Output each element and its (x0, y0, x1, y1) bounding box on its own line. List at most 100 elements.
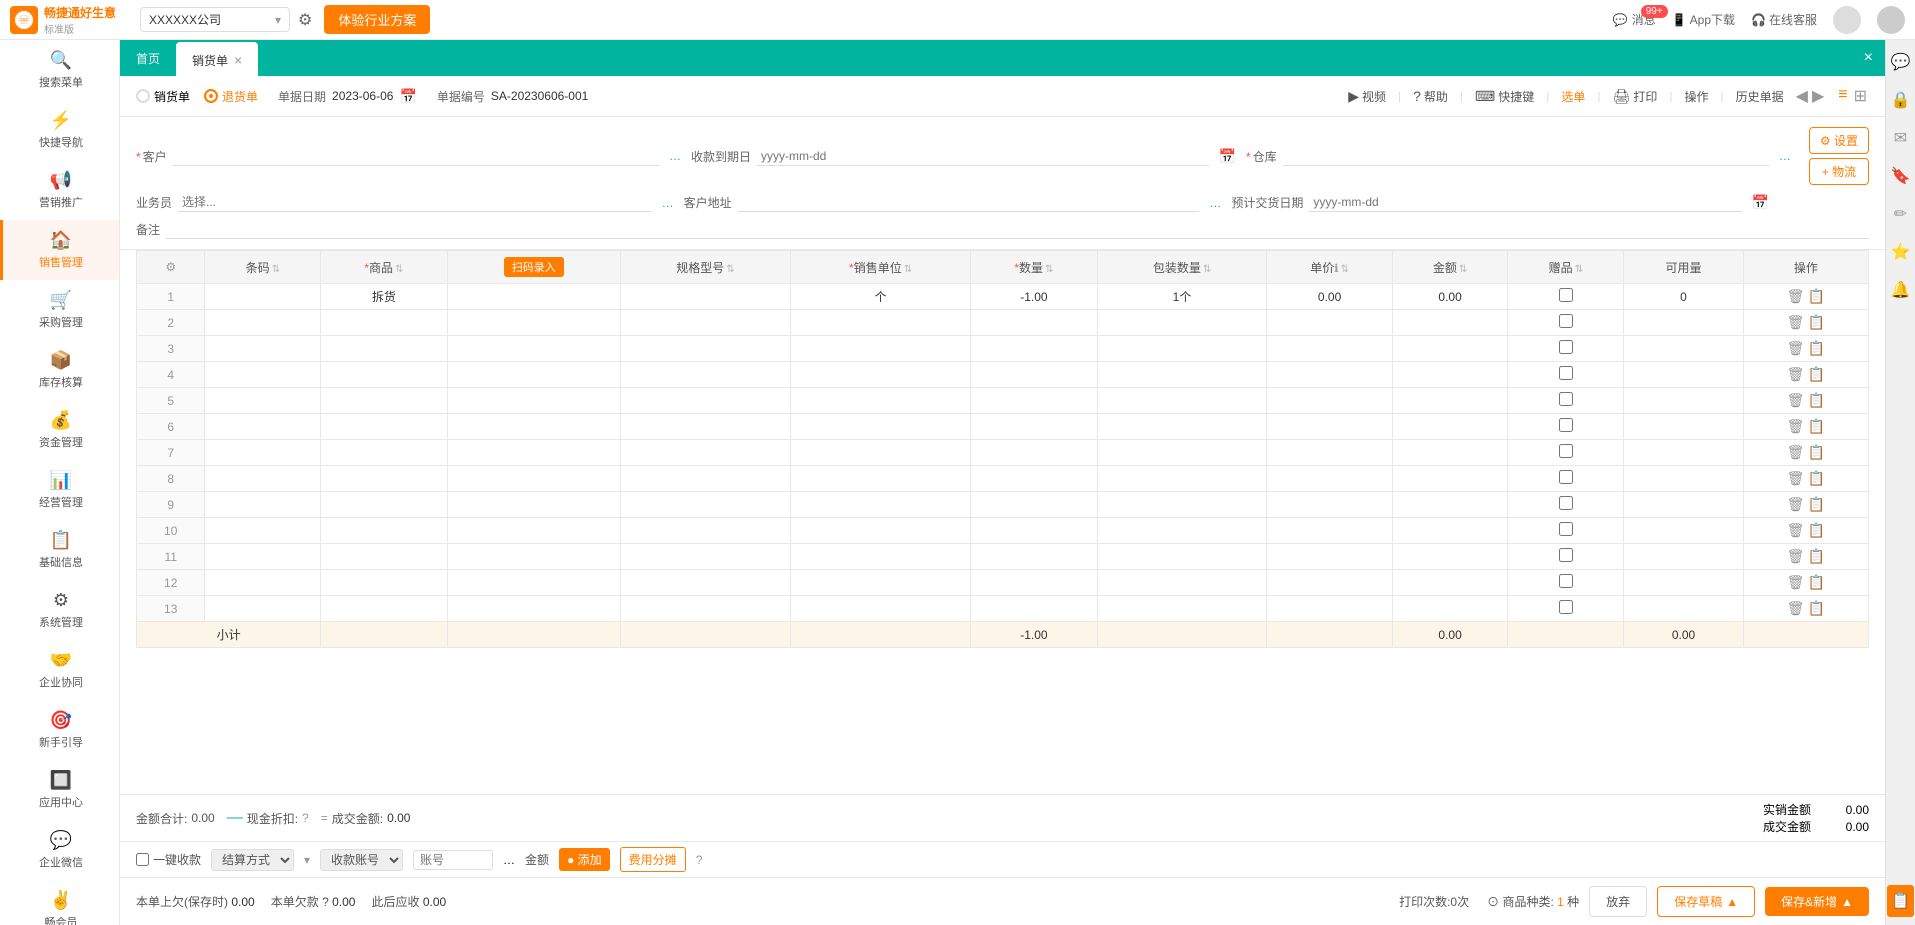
row-barcode[interactable] (205, 518, 321, 544)
row-product[interactable] (321, 570, 447, 596)
sidebar-item-basics[interactable]: 📋 基础信息 (0, 520, 119, 580)
row-amount[interactable] (1392, 310, 1508, 336)
row-barcode[interactable] (205, 570, 321, 596)
row-qty[interactable]: -1.00 (971, 284, 1097, 310)
row-gift[interactable] (1508, 492, 1624, 518)
list-view-icon[interactable]: ≡ (1836, 84, 1849, 108)
sidebar-item-marketing[interactable]: 📢 营销推广 (0, 160, 119, 220)
sidebar-item-search[interactable]: 🔍 搜索菜单 (0, 40, 119, 100)
row-gift[interactable] (1508, 284, 1624, 310)
row-price[interactable] (1267, 362, 1392, 388)
sidebar-item-member[interactable]: ✌ 畅会员 (0, 880, 119, 925)
row-product[interactable] (321, 596, 447, 622)
calc-arrow[interactable]: ▾ (304, 853, 310, 867)
delivery-calendar-icon[interactable]: 📅 (1752, 194, 1769, 211)
discount-info-icon[interactable]: ? (302, 811, 309, 825)
row-amount[interactable]: 0.00 (1392, 284, 1508, 310)
price-info-icon[interactable]: ℹ (1334, 263, 1338, 275)
row-unit[interactable] (790, 466, 970, 492)
row-unit[interactable] (790, 362, 970, 388)
row-barcode[interactable] (205, 310, 321, 336)
amount-sort[interactable]: ⇅ (1459, 264, 1467, 275)
rp-mail-icon[interactable]: ✉ (1890, 124, 1911, 152)
row-delete-icon[interactable]: 🗑 (1787, 314, 1805, 330)
row-product[interactable] (321, 310, 447, 336)
row-unit[interactable] (790, 388, 970, 414)
row-price[interactable] (1267, 388, 1392, 414)
row-spec[interactable] (620, 362, 790, 388)
calc-method-select[interactable]: 结算方式 (211, 849, 294, 871)
delivery-date-input[interactable] (1309, 193, 1741, 212)
row-unit[interactable] (790, 596, 970, 622)
fee-split-btn[interactable]: 费用分摊 (620, 847, 686, 872)
app-download-link[interactable]: 📱 App下载 (1672, 11, 1735, 28)
row-pkg-qty[interactable] (1097, 466, 1267, 492)
row-delete-icon[interactable]: 🗑 (1787, 366, 1805, 382)
service-link[interactable]: 🎧 在线客服 (1751, 11, 1817, 28)
row-delete-icon[interactable]: 🗑 (1787, 288, 1805, 304)
sidebar-item-enterprise[interactable]: 🤝 企业协同 (0, 640, 119, 700)
row-gift[interactable] (1508, 310, 1624, 336)
rp-bookmark-icon[interactable]: 🔖 (1887, 162, 1915, 190)
row-spec[interactable] (620, 310, 790, 336)
note-input[interactable] (166, 220, 1869, 239)
sidebar-item-guide[interactable]: 🎯 新手引导 (0, 700, 119, 760)
row-pkg-qty[interactable] (1097, 414, 1267, 440)
row-spec[interactable] (620, 544, 790, 570)
row-qty[interactable] (971, 544, 1097, 570)
rp-comment-icon[interactable]: 💬 (1887, 48, 1915, 76)
row-product[interactable] (321, 518, 447, 544)
sidebar-item-purchase[interactable]: 🛒 采购管理 (0, 280, 119, 340)
row-unit[interactable] (790, 518, 970, 544)
salesperson-ellipsis[interactable]: … (662, 196, 674, 210)
row-unit[interactable] (790, 544, 970, 570)
row-price[interactable] (1267, 440, 1392, 466)
row-pkg-qty[interactable] (1097, 310, 1267, 336)
row-gift[interactable] (1508, 362, 1624, 388)
add-payment-btn[interactable]: ● 添加 (559, 848, 610, 871)
row-copy-icon[interactable]: 📋 (1808, 574, 1825, 590)
rp-bell-icon[interactable]: 🔔 (1887, 276, 1915, 304)
sidebar-item-quicknav[interactable]: ⚡ 快捷导航 (0, 100, 119, 160)
row-qty[interactable] (971, 388, 1097, 414)
row-product[interactable] (321, 336, 447, 362)
row-qty[interactable] (971, 440, 1097, 466)
row-unit[interactable] (790, 492, 970, 518)
row-price[interactable] (1267, 466, 1392, 492)
row-price[interactable] (1267, 570, 1392, 596)
account-input[interactable] (413, 850, 493, 870)
warehouse-input[interactable]: 建材仓 (1283, 147, 1769, 166)
tool-help[interactable]: ? 帮助 (1413, 88, 1448, 105)
account-ellipsis[interactable]: … (503, 853, 515, 867)
row-unit[interactable] (790, 570, 970, 596)
row-copy-icon[interactable]: 📋 (1808, 522, 1825, 538)
row-amount[interactable] (1392, 336, 1508, 362)
logistics-btn[interactable]: + 物流 (1809, 158, 1869, 185)
address-ellipsis[interactable]: … (1209, 196, 1221, 210)
tab-sales-order[interactable]: 销货单 × (176, 42, 258, 78)
row-gift[interactable] (1508, 336, 1624, 362)
row-delete-icon[interactable]: 🗑 (1787, 522, 1805, 538)
row-gift[interactable] (1508, 388, 1624, 414)
row-pkg-qty[interactable] (1097, 388, 1267, 414)
row-price[interactable] (1267, 414, 1392, 440)
row-amount[interactable] (1392, 388, 1508, 414)
row-price[interactable] (1267, 596, 1392, 622)
row-price[interactable]: 0.00 (1267, 284, 1392, 310)
row-unit[interactable] (790, 440, 970, 466)
one-click-payment-label[interactable]: 一键收款 (136, 851, 201, 868)
row-pkg-qty[interactable] (1097, 440, 1267, 466)
sidebar-item-inventory[interactable]: 📦 库存核算 (0, 340, 119, 400)
account-select[interactable]: 收款账号 (320, 849, 403, 871)
row-amount[interactable] (1392, 414, 1508, 440)
tab-close-icon[interactable]: × (234, 52, 242, 68)
row-copy-icon[interactable]: 📋 (1808, 470, 1825, 486)
customer-address-input[interactable] (738, 193, 1200, 212)
row-barcode[interactable] (205, 544, 321, 570)
row-price[interactable] (1267, 492, 1392, 518)
row-product[interactable] (321, 440, 447, 466)
row-qty[interactable] (971, 362, 1097, 388)
row-spec[interactable] (620, 466, 790, 492)
draft-arrow-icon[interactable]: ▲ (1726, 895, 1738, 909)
scan-btn[interactable]: 扫码录入 (504, 257, 564, 277)
